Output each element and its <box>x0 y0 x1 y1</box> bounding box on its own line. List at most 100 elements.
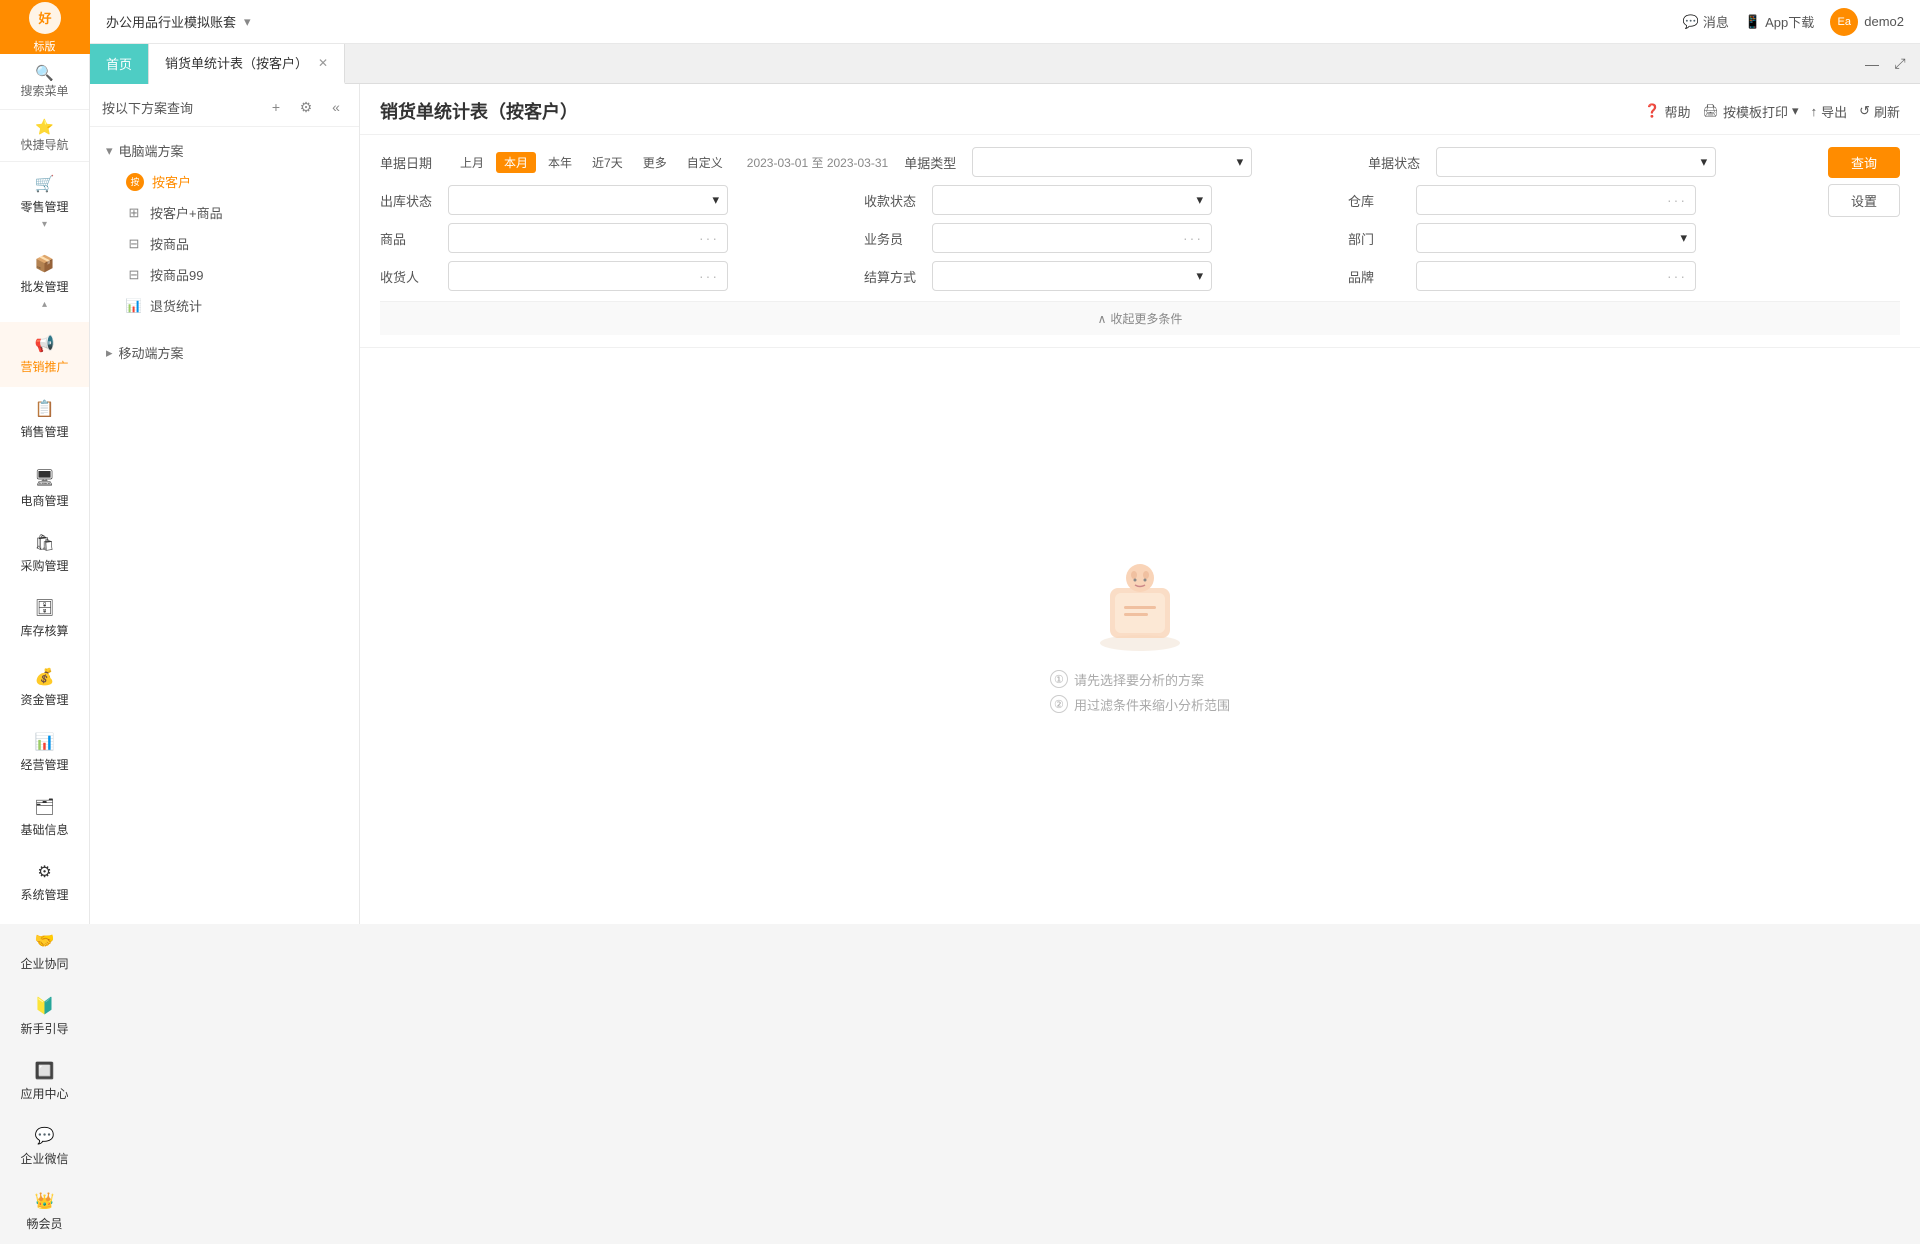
department-select[interactable]: ▾ <box>1416 223 1696 253</box>
left-panel: 按以下方案查询 + ⚙ « ▾ 电脑端方案 按 按客户 ⊞ 按客 <box>90 84 360 924</box>
type-select[interactable]: ▾ <box>972 147 1252 177</box>
sidebar-item-enterprise[interactable]: 🤝 企业协同 <box>0 919 89 984</box>
shortcut-custom[interactable]: 自定义 <box>679 152 731 173</box>
empty-hint-2-text: 用过滤条件来缩小分析范围 <box>1074 695 1230 714</box>
empty-hints: ① 请先选择要分析的方案 ② 用过滤条件来缩小分析范围 <box>1050 670 1230 714</box>
scheme-group-pc-label: 电脑端方案 <box>119 141 184 160</box>
filter-type: 单据类型 ▾ <box>904 147 1352 177</box>
sidebar-item-finance[interactable]: 💰 资金管理 <box>0 655 89 720</box>
goods-input[interactable]: ··· <box>448 223 728 253</box>
message-button[interactable]: 💬 消息 <box>1683 12 1729 31</box>
tab-home-label: 首页 <box>106 54 132 73</box>
sidebar-item-wholesale[interactable]: 📦 批发管理 ▴ <box>0 242 89 322</box>
brand-input[interactable]: ··· <box>1416 261 1696 291</box>
goods-99-icon: ⊟ <box>126 267 142 283</box>
tab-home[interactable]: 首页 <box>90 44 149 84</box>
scheme-item-refund-stat[interactable]: 📊 退货统计 <box>90 290 359 321</box>
print-dropdown-arrow: ▾ <box>1792 103 1799 119</box>
refund-stat-icon: 📊 <box>126 298 142 314</box>
help-icon: ❓ <box>1644 103 1660 119</box>
sidebar-item-basic[interactable]: 🗂 基础信息 <box>0 785 89 850</box>
page-title: 销货单统计表（按客户） <box>380 98 578 124</box>
export-icon: ↑ <box>1811 104 1818 119</box>
query-button[interactable]: 查询 <box>1828 147 1900 178</box>
customer-goods-icon: ⊞ <box>126 205 142 221</box>
help-button[interactable]: ❓ 帮助 <box>1644 102 1690 121</box>
hint-num-1: ① <box>1050 670 1068 688</box>
filter-payment: 结算方式 ▾ <box>864 261 1332 291</box>
tab-minimize-button[interactable]: — <box>1860 52 1884 76</box>
tab-sales-stat[interactable]: 销货单统计表（按客户） ✕ <box>149 44 345 84</box>
sidebar-item-inventory[interactable]: 🗄 库存核算 <box>0 586 89 651</box>
left-panel-actions: + ⚙ « <box>265 96 347 118</box>
brand-dots: ··· <box>1667 268 1687 284</box>
scheme-group-pc-header[interactable]: ▾ 电脑端方案 <box>90 135 359 166</box>
scheme-group-mobile-header[interactable]: ▸ 移动端方案 <box>90 337 359 368</box>
sales-icon: 📋 <box>35 399 55 419</box>
chevron-down-icon: ▾ <box>42 219 47 230</box>
out-status-select[interactable]: ▾ <box>448 185 728 215</box>
refresh-icon: ↺ <box>1859 103 1870 119</box>
sidebar-item-retail[interactable]: 🛒 零售管理 ▾ <box>0 162 89 242</box>
page-header: 销货单统计表（按客户） ❓ 帮助 🖨 按模板打印 ▾ ↑ 导出 <box>360 84 1920 135</box>
status-select[interactable]: ▾ <box>1436 147 1716 177</box>
collapse-panel-button[interactable]: « <box>325 96 347 118</box>
filter-salesperson: 业务员 ··· <box>864 223 1332 253</box>
sidebar-quick-nav[interactable]: ⭐ 快捷导航 <box>0 110 89 162</box>
add-scheme-button[interactable]: + <box>265 96 287 118</box>
sidebar-item-purchase[interactable]: 🛍 采购管理 <box>0 521 89 586</box>
scheme-item-by-customer[interactable]: 按 按客户 <box>90 166 359 197</box>
settings-scheme-button[interactable]: ⚙ <box>295 96 317 118</box>
shortcut-this-year[interactable]: 本年 <box>540 152 580 173</box>
tab-close-icon[interactable]: ✕ <box>318 56 328 70</box>
sidebar-item-newguide[interactable]: 🔰 新手引导 <box>0 984 89 1049</box>
shortcut-this-month[interactable]: 本月 <box>496 152 536 173</box>
sidebar-item-appcenter[interactable]: 🔲 应用中心 <box>0 1049 89 1114</box>
filter-out-status: 出库状态 ▾ <box>380 185 848 215</box>
empty-state: ① 请先选择要分析的方案 ② 用过滤条件来缩小分析范围 <box>360 348 1920 924</box>
sidebar-item-member[interactable]: 👑 畅会员 <box>0 1179 89 1244</box>
store-dropdown-arrow[interactable]: ▾ <box>244 14 251 30</box>
receiver-dots: ··· <box>699 268 719 284</box>
sidebar-item-ecommerce[interactable]: 🖥 电商管理 <box>0 456 89 521</box>
sidebar-item-operations[interactable]: 📊 经营管理 <box>0 720 89 785</box>
salesperson-input[interactable]: ··· <box>932 223 1212 253</box>
sidebar-search-item[interactable]: 🔍 搜索菜单 <box>0 54 89 110</box>
scheme-group-mobile-label: 移动端方案 <box>119 343 184 362</box>
sidebar-logo[interactable]: 好 标版 <box>0 0 90 54</box>
filter-receive-status: 收款状态 ▾ <box>864 185 1332 215</box>
scheme-item-by-goods[interactable]: ⊟ 按商品 <box>90 228 359 259</box>
payment-select[interactable]: ▾ <box>932 261 1212 291</box>
shortcut-more[interactable]: 更多 <box>635 152 675 173</box>
sidebar-item-sales[interactable]: 📋 销售管理 <box>0 387 89 452</box>
sidebar-item-marketing[interactable]: 📢 营销推广 <box>0 322 89 387</box>
app-download-button[interactable]: 📱 App下载 <box>1745 12 1814 31</box>
export-button[interactable]: ↑ 导出 <box>1811 102 1848 121</box>
sidebar-item-corpwechat[interactable]: 💬 企业微信 <box>0 1114 89 1179</box>
tab-sales-stat-label: 销货单统计表（按客户） <box>165 53 308 72</box>
refresh-button[interactable]: ↺ 刷新 <box>1859 102 1900 121</box>
tab-expand-button[interactable]: ⤢ <box>1888 52 1912 76</box>
scheme-item-by-goods-99[interactable]: ⊟ 按商品99 <box>90 259 359 290</box>
settings-button[interactable]: 设置 <box>1828 184 1900 217</box>
sidebar: 好 标版 🔍 搜索菜单 ⭐ 快捷导航 🛒 零售管理 ▾ 📦 批发管理 ▴ 📢 营… <box>0 0 90 924</box>
shortcut-last-7days[interactable]: 近7天 <box>584 152 631 173</box>
warehouse-input[interactable]: ··· <box>1416 185 1696 215</box>
filter-warehouse: 仓库 ··· <box>1348 185 1816 215</box>
user-profile[interactable]: Ea demo2 <box>1830 8 1904 36</box>
goods-label: 商品 <box>380 229 440 248</box>
payment-label: 结算方式 <box>864 267 924 286</box>
empty-illustration <box>1080 558 1200 658</box>
scheme-item-by-customer-goods[interactable]: ⊞ 按客户+商品 <box>90 197 359 228</box>
warehouse-label: 仓库 <box>1348 191 1408 210</box>
chevron-up-icon: ▴ <box>42 299 47 310</box>
shortcut-last-month[interactable]: 上月 <box>452 152 492 173</box>
chevron-down-icon: ▾ <box>106 143 113 159</box>
print-button[interactable]: 🖨 按模板打印 ▾ <box>1703 102 1799 121</box>
collapse-more-bar[interactable]: ∧ 收起更多条件 <box>380 301 1900 335</box>
receiver-input[interactable]: ··· <box>448 261 728 291</box>
empty-hint-1: ① 请先选择要分析的方案 <box>1050 670 1230 689</box>
sidebar-item-system[interactable]: ⚙ 系统管理 <box>0 850 89 915</box>
receive-status-select[interactable]: ▾ <box>932 185 1212 215</box>
department-label: 部门 <box>1348 229 1408 248</box>
